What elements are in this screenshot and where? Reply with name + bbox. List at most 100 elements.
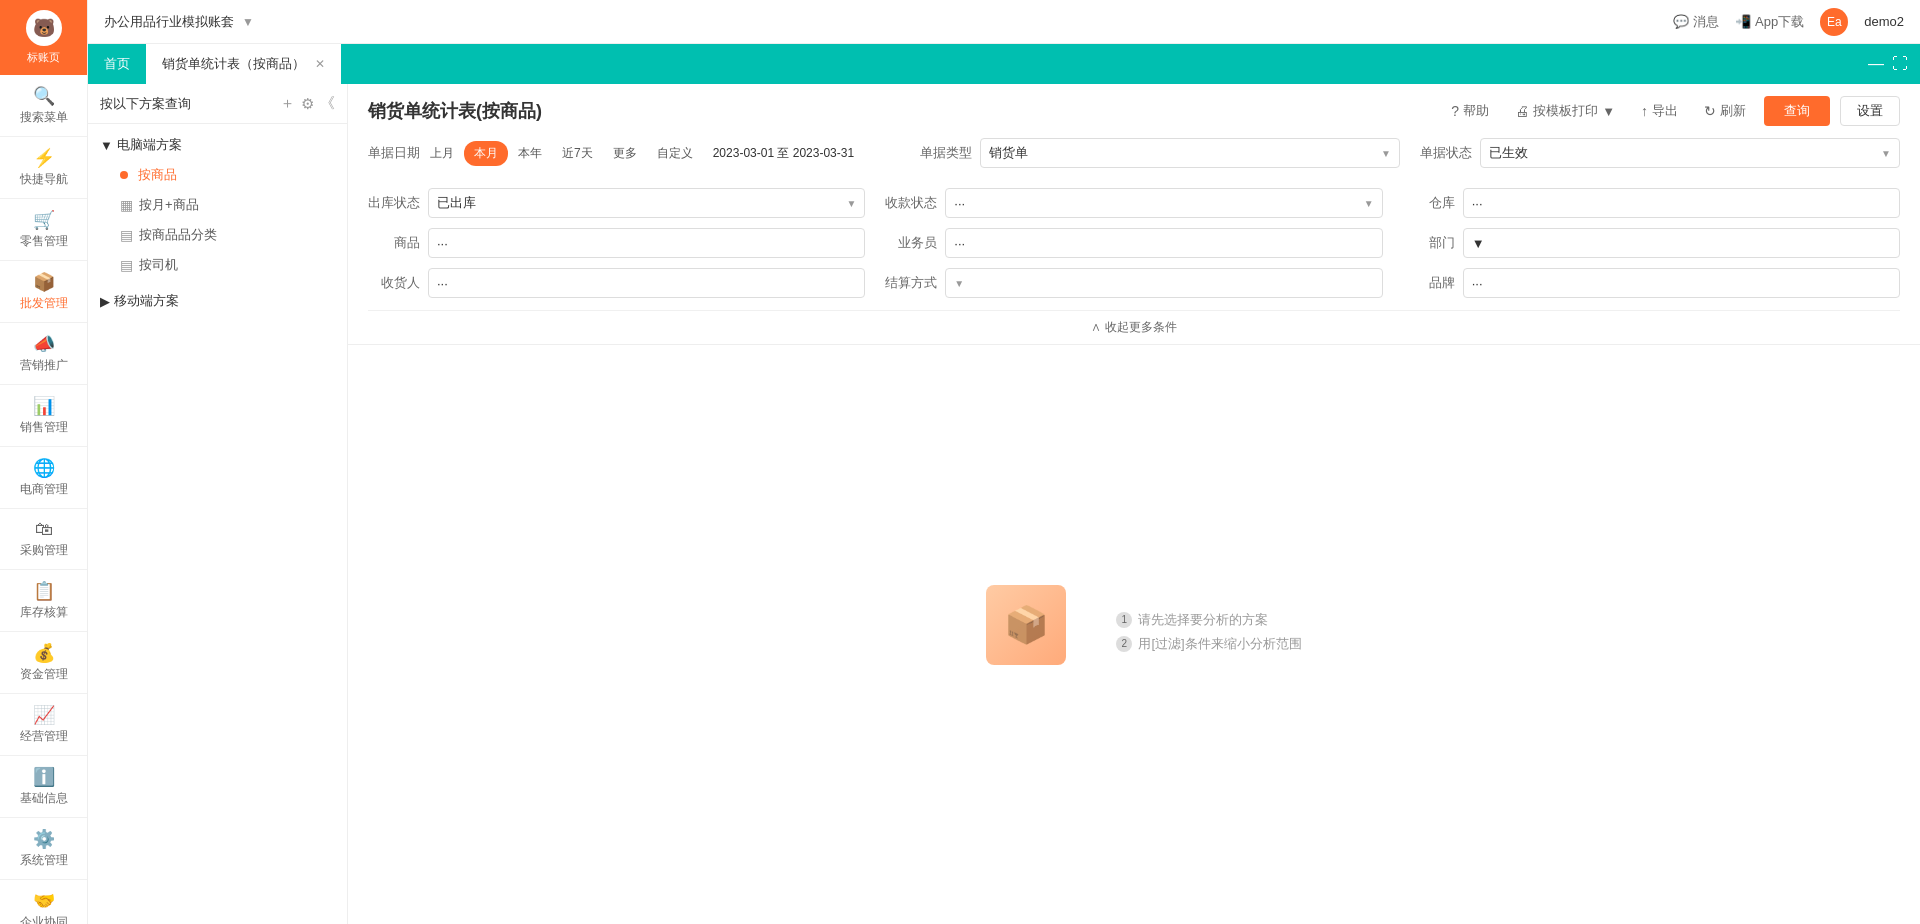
settings-scheme-icon[interactable]: ⚙ xyxy=(301,95,314,113)
sidebar-item-sales[interactable]: 📊 销售管理 xyxy=(0,385,87,447)
product-control[interactable]: ··· xyxy=(428,228,865,258)
department-caret: ▼ xyxy=(1472,236,1485,251)
sidebar: 🐻 标账页 🔍 搜索菜单 ⚡ 快捷导航 🛒 零售管理 📦 批发管理 📣 营销推广… xyxy=(0,0,88,924)
payment-method-control[interactable]: ▼ xyxy=(945,268,1382,298)
tab-home[interactable]: 首页 xyxy=(88,44,146,84)
app-download-action[interactable]: 📲 App下载 xyxy=(1735,13,1804,31)
print-caret[interactable]: ▼ xyxy=(1602,104,1615,119)
system-icon: ⚙️ xyxy=(4,828,83,850)
query-button[interactable]: 查询 xyxy=(1764,96,1830,126)
sidebar-item-system[interactable]: ⚙️ 系统管理 xyxy=(0,818,87,880)
add-scheme-icon[interactable]: ＋ xyxy=(280,94,295,113)
payment-status-control[interactable]: ··· ▼ xyxy=(945,188,1382,218)
collapse-row[interactable]: ∧ 收起更多条件 xyxy=(368,310,1900,344)
wholesale-icon: 📦 xyxy=(4,271,83,293)
current-year-btn[interactable]: 本年 xyxy=(508,141,552,166)
close-tab-icon[interactable]: ✕ xyxy=(315,57,325,71)
home-tab-label: 首页 xyxy=(104,55,130,73)
sidebar-item-operations[interactable]: 📈 经营管理 xyxy=(0,694,87,756)
purchase-icon: 🛍 xyxy=(4,519,83,540)
industry-template-title: 办公用品行业模拟账套 xyxy=(104,13,234,31)
header-dropdown-icon[interactable]: ▼ xyxy=(242,15,254,29)
last-7-days-btn[interactable]: 近7天 xyxy=(552,141,603,166)
doc-type-control[interactable]: 销货单 ▼ xyxy=(980,138,1400,168)
basic-icon: ℹ️ xyxy=(4,766,83,788)
warehouse-label: 仓库 xyxy=(1403,194,1455,212)
sidebar-item-marketing[interactable]: 📣 营销推广 xyxy=(0,323,87,385)
salesperson-control[interactable]: ··· xyxy=(945,228,1382,258)
sidebar-item-quick-nav[interactable]: ⚡ 快捷导航 xyxy=(0,137,87,199)
recipient-group: 收货人 ··· xyxy=(368,268,865,298)
page-title-row: 销货单统计表(按商品) ? 帮助 🖨 按模板打印 ▼ ↑ xyxy=(368,96,1900,126)
brand-label: 品牌 xyxy=(1403,274,1455,292)
empty-hints: 1 请先选择要分析的方案 2 用[过滤]条件来缩小分析范围 xyxy=(1116,611,1301,659)
sidebar-item-ecommerce[interactable]: 🌐 电商管理 xyxy=(0,447,87,509)
maximize-icon[interactable]: ⛶ xyxy=(1892,55,1908,73)
tree-parent-pc-label: 电脑端方案 xyxy=(117,136,182,154)
minimize-icon[interactable]: — xyxy=(1868,55,1884,73)
sidebar-logo[interactable]: 🐻 标账页 xyxy=(0,0,87,75)
sidebar-item-search[interactable]: 🔍 搜索菜单 xyxy=(0,75,87,137)
page-title: 销货单统计表(按商品) xyxy=(368,99,542,123)
salesperson-label: 业务员 xyxy=(885,234,937,252)
sidebar-item-purchase[interactable]: 🛍 采购管理 xyxy=(0,509,87,570)
tree-child-by-product[interactable]: 按商品 xyxy=(88,160,347,190)
department-control[interactable]: ▼ xyxy=(1463,228,1900,258)
by-cashier-icon: ▤ xyxy=(120,257,133,273)
date-label: 单据日期 xyxy=(368,144,420,162)
left-panel: 按以下方案查询 ＋ ⚙ 《 ▼ 电脑端方案 按商品 ▦ 按月+商 xyxy=(88,84,348,924)
mobile-section[interactable]: ▶ 移动端方案 xyxy=(88,286,347,316)
tree-child-by-product-category[interactable]: ▤ 按商品品分类 xyxy=(88,220,347,250)
tab-bar: 首页 销货单统计表（按商品） ✕ — ⛶ xyxy=(88,44,1920,84)
tree-child-by-month-product[interactable]: ▦ 按月+商品 xyxy=(88,190,347,220)
export-label: 导出 xyxy=(1652,102,1678,120)
collapse-panel-icon[interactable]: 《 xyxy=(320,94,335,113)
sidebar-item-finance-label: 资金管理 xyxy=(4,666,83,683)
brand-group: 品牌 ··· xyxy=(1403,268,1900,298)
tab-sales-report[interactable]: 销货单统计表（按商品） ✕ xyxy=(146,44,341,84)
doc-status-label: 单据状态 xyxy=(1420,144,1472,162)
sidebar-item-ecommerce-label: 电商管理 xyxy=(4,481,83,498)
product-group: 商品 ··· xyxy=(368,228,865,258)
user-name[interactable]: demo2 xyxy=(1864,14,1904,29)
tree-parent-pc[interactable]: ▼ 电脑端方案 xyxy=(88,130,347,160)
setting-button[interactable]: 设置 xyxy=(1840,96,1900,126)
filter-row-4: 收货人 ··· 结算方式 ▼ 品牌 xyxy=(368,268,1900,298)
refresh-label: 刷新 xyxy=(1720,102,1746,120)
help-btn[interactable]: ? 帮助 xyxy=(1443,98,1497,124)
export-icon: ↑ xyxy=(1641,103,1648,119)
sidebar-item-retail[interactable]: 🛒 零售管理 xyxy=(0,199,87,261)
doc-status-control[interactable]: 已生效 ▼ xyxy=(1480,138,1900,168)
main-area: 办公用品行业模拟账套 ▼ 💬 消息 📲 App下载 Ea demo2 首页 销货… xyxy=(88,0,1920,924)
more-btn[interactable]: 更多 xyxy=(603,141,647,166)
sidebar-item-basic[interactable]: ℹ️ 基础信息 xyxy=(0,756,87,818)
recipient-dots: ··· xyxy=(437,276,448,291)
warehouse-control[interactable]: ··· xyxy=(1463,188,1900,218)
avatar[interactable]: Ea xyxy=(1820,8,1848,36)
recipient-control[interactable]: ··· xyxy=(428,268,865,298)
sidebar-item-inventory[interactable]: 📋 库存核算 xyxy=(0,570,87,632)
current-month-btn[interactable]: 本月 xyxy=(464,141,508,166)
custom-btn[interactable]: 自定义 xyxy=(647,141,703,166)
tree-child-by-cashier[interactable]: ▤ 按司机 xyxy=(88,250,347,280)
warehouse-out-value: 已出库 xyxy=(437,194,476,212)
message-action[interactable]: 💬 消息 xyxy=(1673,13,1719,31)
last-month-btn[interactable]: 上月 xyxy=(420,141,464,166)
tree-section: ▼ 电脑端方案 按商品 ▦ 按月+商品 ▤ 按商品品分类 ▤ 按司机 xyxy=(88,124,347,286)
sidebar-item-finance[interactable]: 💰 资金管理 xyxy=(0,632,87,694)
sidebar-item-enterprise[interactable]: 🤝 企业协同 xyxy=(0,880,87,924)
top-header: 办公用品行业模拟账套 ▼ 💬 消息 📲 App下载 Ea demo2 xyxy=(88,0,1920,44)
empty-hint-2: 2 用[过滤]条件来缩小分析范围 xyxy=(1116,635,1301,653)
logo-icon: 🐻 xyxy=(26,10,62,46)
left-panel-actions: ＋ ⚙ 《 xyxy=(280,94,335,113)
refresh-btn[interactable]: ↻ 刷新 xyxy=(1696,98,1754,124)
template-print-btn[interactable]: 🖨 按模板打印 ▼ xyxy=(1507,98,1623,124)
left-panel-title: 按以下方案查询 xyxy=(100,95,191,113)
warehouse-out-control[interactable]: 已出库 ▼ xyxy=(428,188,865,218)
brand-control[interactable]: ··· xyxy=(1463,268,1900,298)
sidebar-item-wholesale[interactable]: 📦 批发管理 xyxy=(0,261,87,323)
doc-type-label: 单据类型 xyxy=(920,144,972,162)
payment-method-caret: ▼ xyxy=(954,278,964,289)
warehouse-dots: ··· xyxy=(1472,196,1483,211)
export-btn[interactable]: ↑ 导出 xyxy=(1633,98,1686,124)
